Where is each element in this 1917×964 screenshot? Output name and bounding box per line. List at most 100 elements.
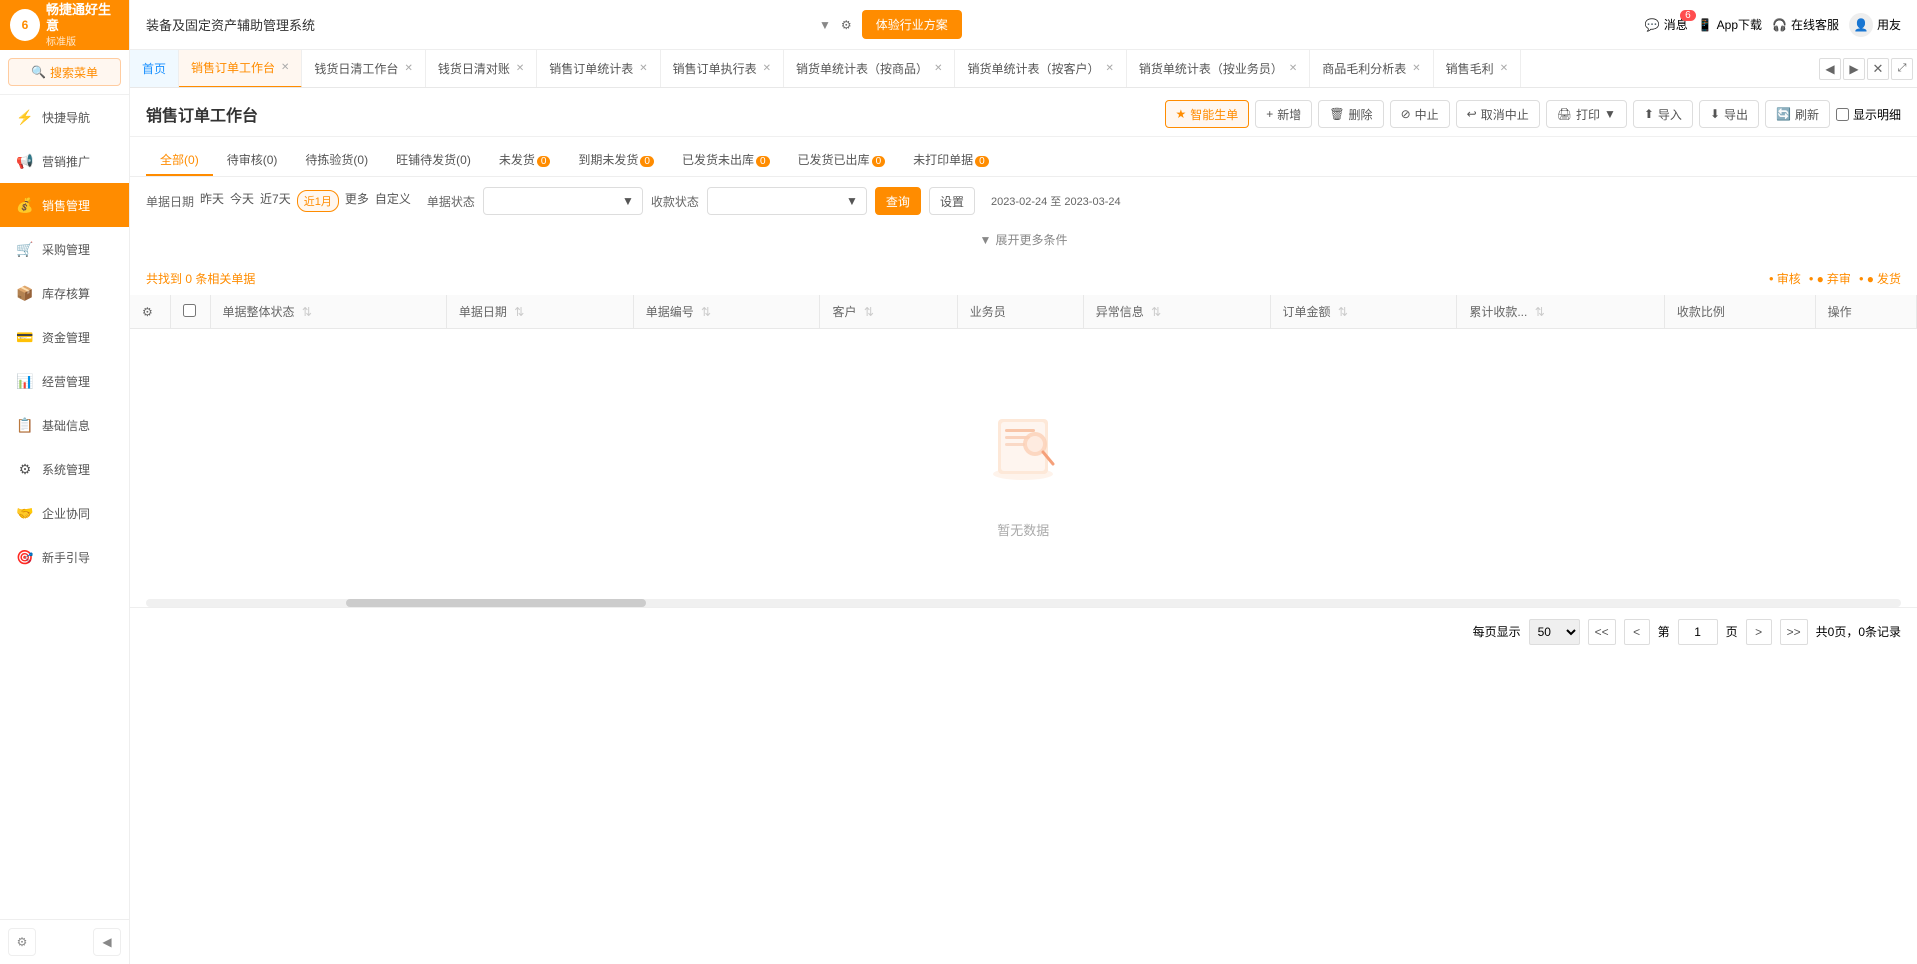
review-action-button[interactable]: 审核 (1769, 270, 1801, 287)
tabs-scroll-right[interactable]: ▶ (1843, 58, 1865, 80)
app-download-button[interactable]: 📱 App下载 (1698, 16, 1762, 33)
tab-close-cash-reconcile[interactable]: ✕ (516, 63, 524, 74)
select-all-checkbox[interactable] (183, 304, 196, 317)
col-number-header[interactable]: 单据编号 ⇅ (633, 295, 820, 329)
show-detail-checkbox[interactable] (1836, 108, 1849, 121)
sidebar-item-quick-nav[interactable]: ⚡ 快捷导航 (0, 95, 129, 139)
add-button[interactable]: + 新增 (1255, 100, 1312, 128)
sidebar-item-operations[interactable]: 📊 经营管理 (0, 359, 129, 403)
col-customer-header[interactable]: 客户 ⇅ (820, 295, 957, 329)
cancel-stop-button[interactable]: ↩ 取消中止 (1456, 100, 1540, 128)
topbar-gear-icon[interactable]: ⚙ (841, 18, 852, 32)
col-received-header[interactable]: 累计收款... ⇅ (1457, 295, 1664, 329)
col-salesperson-header[interactable]: 业务员 (957, 295, 1083, 329)
next-page-button[interactable]: > (1746, 619, 1772, 645)
tab-close-sales-by-product[interactable]: ✕ (934, 63, 942, 74)
tab-sales-by-staff[interactable]: 销货单统计表（按业务员） ✕ (1127, 50, 1310, 88)
scroll-thumb[interactable] (346, 599, 646, 607)
tab-close-sales-by-staff[interactable]: ✕ (1289, 63, 1297, 74)
sub-tab-shipped-not-out[interactable]: 已发货未出库0 (668, 145, 784, 176)
tab-close-sales-exec[interactable]: ✕ (763, 63, 771, 74)
sub-tab-unprinted[interactable]: 未打印单据0 (899, 145, 1003, 176)
sidebar-item-inventory[interactable]: 📦 库存核算 (0, 271, 129, 315)
settings-col-icon[interactable]: ⚙ (142, 305, 153, 319)
tab-close-profit-analysis[interactable]: ✕ (1412, 63, 1420, 74)
tab-close-sales-workbench[interactable]: ✕ (281, 62, 289, 73)
date-opt-1month[interactable]: 近1月 (297, 190, 339, 212)
date-opt-custom[interactable]: 自定义 (375, 190, 411, 212)
sub-tab-shipped-out[interactable]: 已发货已出库0 (784, 145, 900, 176)
import-button[interactable]: ⬆ 导入 (1633, 100, 1693, 128)
tab-close-sales-stat[interactable]: ✕ (639, 63, 647, 74)
sidebar-item-marketing[interactable]: 📢 营销推广 (0, 139, 129, 183)
tab-home[interactable]: 首页 (130, 50, 179, 88)
user-menu-button[interactable]: 👤 用友 (1849, 13, 1901, 37)
status-select[interactable]: ▼ (483, 187, 643, 215)
filter-settings-button[interactable]: 设置 (929, 187, 975, 215)
prev-page-button[interactable]: < (1624, 619, 1650, 645)
refresh-button[interactable]: 🔄 刷新 (1765, 100, 1830, 128)
tab-sales-more[interactable]: 销售毛利 ✕ (1434, 50, 1521, 88)
last-page-button[interactable]: >> (1780, 619, 1808, 645)
date-opt-7days[interactable]: 近7天 (260, 190, 291, 212)
first-page-button[interactable]: << (1588, 619, 1616, 645)
delete-button[interactable]: 🗑 删除 (1318, 100, 1383, 128)
tab-sales-stat[interactable]: 销售订单统计表 ✕ (537, 50, 660, 88)
tab-close-sales-by-customer[interactable]: ✕ (1105, 63, 1113, 74)
tabs-maximize[interactable]: ⤢ (1891, 58, 1913, 80)
tab-close-cash-daily[interactable]: ✕ (404, 63, 412, 74)
tab-sales-workbench[interactable]: 销售订单工作台 ✕ (179, 50, 302, 88)
tab-sales-exec[interactable]: 销售订单执行表 ✕ (661, 50, 784, 88)
date-opt-more[interactable]: 更多 (345, 190, 369, 212)
tabs-close-all[interactable]: ✕ (1867, 58, 1889, 80)
col-status-header[interactable]: 单据整体状态 ⇅ (210, 295, 446, 329)
sidebar-item-enterprise[interactable]: 🤝 企业协同 (0, 491, 129, 535)
tab-sales-by-customer[interactable]: 销货单统计表（按客户） ✕ (955, 50, 1126, 88)
search-menu-button[interactable]: 🔍 搜索菜单 (8, 58, 121, 86)
sidebar-item-finance[interactable]: 💳 资金管理 (0, 315, 129, 359)
tab-cash-reconcile[interactable]: 钱货日清对账 ✕ (426, 50, 537, 88)
page-number-input[interactable] (1678, 619, 1718, 645)
per-page-select[interactable]: 50 10 20 100 (1529, 619, 1580, 645)
col-date-header[interactable]: 单据日期 ⇅ (446, 295, 633, 329)
sub-tab-pending-review[interactable]: 待审核(0) (213, 145, 292, 176)
unreviewed-action-button[interactable]: ● 弃审 (1809, 270, 1851, 287)
sub-tab-unshipped[interactable]: 未发货0 (485, 145, 565, 176)
date-opt-yesterday[interactable]: 昨天 (200, 190, 224, 212)
sidebar-item-basic-info[interactable]: 📋 基础信息 (0, 403, 129, 447)
date-opt-today[interactable]: 今天 (230, 190, 254, 212)
sidebar-collapse-button[interactable]: ◀ (93, 928, 121, 956)
system-title: 装备及固定资产辅助管理系统 (146, 15, 809, 34)
message-button[interactable]: 💬 消息 6 (1645, 16, 1688, 33)
tab-cash-daily[interactable]: 钱货日清工作台 ✕ (302, 50, 425, 88)
col-abnormal-header[interactable]: 异常信息 ⇅ (1083, 295, 1270, 329)
sub-tab-overdue-unship[interactable]: 到期未发货0 (564, 145, 668, 176)
smart-create-button[interactable]: ★ 智能生单 (1165, 100, 1250, 128)
tabs-scroll-left[interactable]: ◀ (1819, 58, 1841, 80)
tab-sales-by-product[interactable]: 销货单统计表（按商品） ✕ (784, 50, 955, 88)
sub-tab-pending-inspect[interactable]: 待拣验货(0) (291, 145, 382, 176)
topbar-dropdown-arrow[interactable]: ▼ (819, 18, 831, 32)
export-button[interactable]: ⬇ 导出 (1699, 100, 1759, 128)
sub-tab-all[interactable]: 全部(0) (146, 145, 213, 176)
show-detail-label[interactable]: 显示明细 (1836, 106, 1901, 123)
stop-button[interactable]: ⊘ 中止 (1390, 100, 1450, 128)
industry-solution-button[interactable]: 体验行业方案 (862, 10, 962, 39)
tab-close-sales-more[interactable]: ✕ (1500, 63, 1508, 74)
horizontal-scrollbar[interactable] (146, 599, 1901, 607)
expand-filter-button[interactable]: ▼ 展开更多条件 (980, 231, 1068, 248)
ship-action-button[interactable]: ● 发货 (1859, 270, 1901, 287)
tab-profit-analysis[interactable]: 商品毛利分析表 ✕ (1310, 50, 1433, 88)
print-button[interactable]: 🖨 打印 ▼ (1546, 100, 1627, 128)
sidebar-item-guide[interactable]: 🎯 新手引导 (0, 535, 129, 579)
sub-tab-wangpu-ship[interactable]: 旺铺待发货(0) (382, 145, 485, 176)
payment-select[interactable]: ▼ (707, 187, 867, 215)
sidebar-item-system[interactable]: ⚙ 系统管理 (0, 447, 129, 491)
sidebar-item-purchase[interactable]: 🛒 采购管理 (0, 227, 129, 271)
sidebar-item-sales[interactable]: 💰 销售管理 (0, 183, 129, 227)
sidebar-settings-button[interactable]: ⚙ (8, 928, 36, 956)
online-service-button[interactable]: 🎧 在线客服 (1772, 16, 1839, 33)
tabs-bar: 首页 销售订单工作台 ✕ 钱货日清工作台 ✕ 钱货日清对账 ✕ 销售订单统计表 … (130, 50, 1917, 88)
query-button[interactable]: 查询 (875, 187, 921, 215)
col-amount-header[interactable]: 订单金额 ⇅ (1270, 295, 1457, 329)
